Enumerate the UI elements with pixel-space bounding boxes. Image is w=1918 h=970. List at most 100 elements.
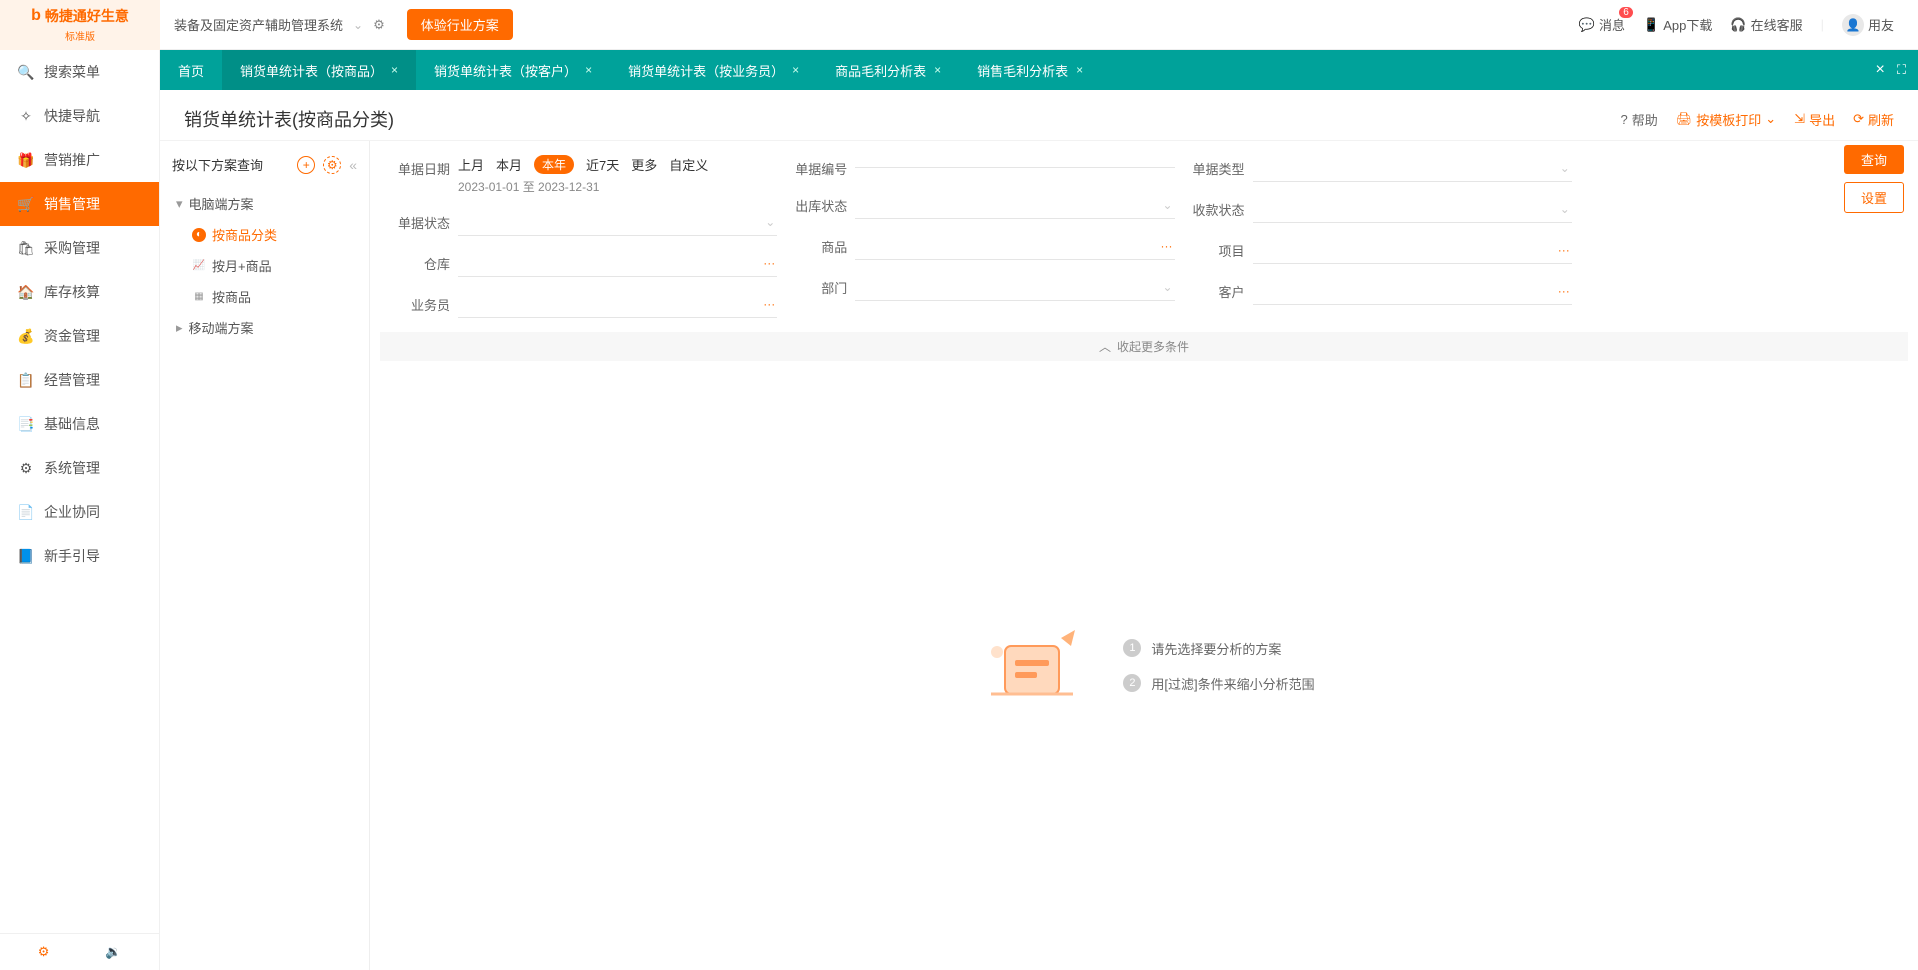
customer-select[interactable]: ···: [1253, 278, 1572, 305]
sidebar-item-11[interactable]: 📘新手引导: [0, 534, 159, 578]
add-scheme-button[interactable]: +: [297, 156, 315, 174]
tab-5[interactable]: 销售毛利分析表×: [959, 50, 1101, 90]
tab-4[interactable]: 商品毛利分析表 ×: [817, 50, 959, 90]
gear-icon[interactable]: ⚙: [373, 17, 385, 33]
product-select[interactable]: ···: [855, 233, 1174, 260]
sidebar-item-label: 经营管理: [44, 370, 100, 390]
chevron-down-icon: ⌄: [1162, 280, 1172, 294]
scheme-item-0-1[interactable]: 📈按月+商品: [192, 250, 357, 281]
doctype-select[interactable]: ⌄: [1253, 155, 1572, 182]
empty-step1: 请先选择要分析的方案: [1151, 639, 1281, 658]
sidebar-item-10[interactable]: 📄企业协同: [0, 490, 159, 534]
top-bar: b畅捷通好生意 标准版 装备及固定资产辅助管理系统 ⌄ ⚙ 体验行业方案 💬 消…: [0, 0, 1918, 50]
tab-close-icon[interactable]: ×: [585, 63, 592, 77]
outstate-select[interactable]: ⌄: [855, 192, 1174, 219]
page-header: 销货单统计表(按商品分类) ?帮助 🖨按模板打印⌄ ⇲导出 ⟳刷新: [160, 90, 1918, 141]
fullscreen-icon[interactable]: ⛶: [1897, 62, 1906, 78]
sidebar-item-label: 营销推广: [44, 150, 100, 170]
tab-label: 销货单统计表（按业务员）: [628, 61, 784, 80]
date-range-text: 2023-01-01 至 2023-12-31: [458, 178, 777, 195]
help-button[interactable]: ?帮助: [1620, 110, 1657, 129]
docno-input[interactable]: [855, 155, 1174, 168]
filter-label-customer: 客户: [1175, 278, 1245, 301]
warehouse-select[interactable]: ···: [458, 250, 777, 277]
settings-button[interactable]: 设置: [1844, 182, 1904, 213]
filter-label-outstate: 出库状态: [777, 192, 847, 215]
tab-1[interactable]: 销货单统计表（按商品）×: [222, 50, 416, 90]
sidebar-item-7[interactable]: 📋经营管理: [0, 358, 159, 402]
filter-label-warehouse: 仓库: [380, 250, 450, 273]
filter-label-project: 项目: [1175, 237, 1245, 260]
scheme-group-0[interactable]: ▾电脑端方案: [172, 188, 357, 219]
more-icon: ···: [1558, 243, 1570, 257]
date-option-1[interactable]: 本月: [496, 155, 522, 174]
tab-label: 商品毛利分析表: [835, 61, 926, 80]
export-button[interactable]: ⇲导出: [1794, 110, 1835, 129]
experience-plan-button[interactable]: 体验行业方案: [407, 9, 513, 40]
scheme-group-1[interactable]: ▸移动端方案: [172, 312, 357, 343]
more-icon: ···: [763, 256, 775, 270]
sidebar-item-0[interactable]: 🔍搜索菜单: [0, 50, 159, 94]
sidebar-item-4[interactable]: 🛍采购管理: [0, 226, 159, 270]
chevron-down-icon: ⌄: [765, 215, 775, 229]
sidebar-item-5[interactable]: 🏠库存核算: [0, 270, 159, 314]
sidebar-item-2[interactable]: 🎁营销推广: [0, 138, 159, 182]
step-badge-1: 1: [1123, 639, 1141, 657]
sidebar-item-label: 搜索菜单: [44, 62, 100, 82]
chevron-down-icon: ⌄: [1765, 111, 1776, 127]
date-option-4[interactable]: 更多: [631, 155, 657, 174]
tab-close-icon[interactable]: ×: [934, 63, 941, 77]
empty-illustration-icon: [973, 616, 1093, 716]
headset-icon: 🎧: [1730, 17, 1746, 33]
sidebar-item-1[interactable]: ✧快捷导航: [0, 94, 159, 138]
more-icon: ···: [1558, 284, 1570, 298]
scheme-item-0-0[interactable]: ◐按商品分类: [192, 219, 357, 250]
online-service-button[interactable]: 🎧在线客服: [1730, 15, 1802, 34]
date-option-3[interactable]: 近7天: [586, 155, 619, 174]
sidebar-item-label: 库存核算: [44, 282, 100, 302]
sidebar-item-6[interactable]: 💰资金管理: [0, 314, 159, 358]
sidebar-item-3[interactable]: 🛒销售管理: [0, 182, 159, 226]
filter-label-docstate: 单据状态: [380, 209, 450, 232]
salesman-select[interactable]: ···: [458, 291, 777, 318]
app-download-button[interactable]: 📱App下载: [1643, 15, 1712, 34]
tab-3[interactable]: 销货单统计表（按业务员） ×: [610, 50, 817, 90]
tab-2[interactable]: 销货单统计表（按客户）×: [416, 50, 610, 90]
system-selector[interactable]: 装备及固定资产辅助管理系统 ⌄ ⚙: [160, 15, 399, 34]
print-button[interactable]: 🖨按模板打印⌄: [1676, 110, 1776, 129]
sidebar-item-9[interactable]: ⚙系统管理: [0, 446, 159, 490]
project-select[interactable]: ···: [1253, 237, 1572, 264]
close-all-tabs-icon[interactable]: ×: [1876, 61, 1885, 79]
tab-0[interactable]: 首页: [160, 50, 222, 90]
sound-icon[interactable]: 🔉: [105, 944, 121, 960]
phone-icon: 📱: [1643, 17, 1659, 33]
date-option-5[interactable]: 自定义: [669, 155, 708, 174]
collapse-panel-icon[interactable]: «: [349, 157, 357, 173]
sidebar-item-label: 销售管理: [44, 194, 100, 214]
filter-label-dept: 部门: [777, 274, 847, 297]
export-icon: ⇲: [1794, 111, 1805, 127]
filter-label-doctype: 单据类型: [1175, 155, 1245, 178]
scheme-item-0-2[interactable]: ▦按商品: [192, 281, 357, 312]
user-menu[interactable]: 👤 用友: [1842, 14, 1894, 36]
tab-close-icon[interactable]: ×: [391, 63, 398, 77]
filter-label-docno: 单据编号: [777, 155, 847, 178]
step-badge-2: 2: [1123, 674, 1141, 692]
tab-close-icon[interactable]: ×: [792, 63, 799, 77]
tab-close-icon[interactable]: ×: [1076, 63, 1083, 77]
refresh-button[interactable]: ⟳刷新: [1853, 110, 1894, 129]
date-option-0[interactable]: 上月: [458, 155, 484, 174]
dept-select[interactable]: ⌄: [855, 274, 1174, 301]
date-option-2[interactable]: 本年: [534, 155, 574, 174]
printer-icon: 🖨: [1676, 111, 1693, 127]
query-button[interactable]: 查询: [1844, 145, 1904, 174]
collapse-filters-button[interactable]: ︿ 收起更多条件: [380, 332, 1908, 361]
settings-icon[interactable]: ⚙: [38, 944, 50, 960]
sidebar-item-8[interactable]: 📑基础信息: [0, 402, 159, 446]
paystate-select[interactable]: ⌄: [1253, 196, 1572, 223]
refresh-icon: ⟳: [1853, 111, 1864, 127]
scheme-settings-button[interactable]: ⚙: [323, 156, 341, 174]
more-icon: ···: [1161, 239, 1173, 253]
docstate-select[interactable]: ⌄: [458, 209, 777, 236]
messages-button[interactable]: 💬 消息 6: [1579, 15, 1625, 34]
